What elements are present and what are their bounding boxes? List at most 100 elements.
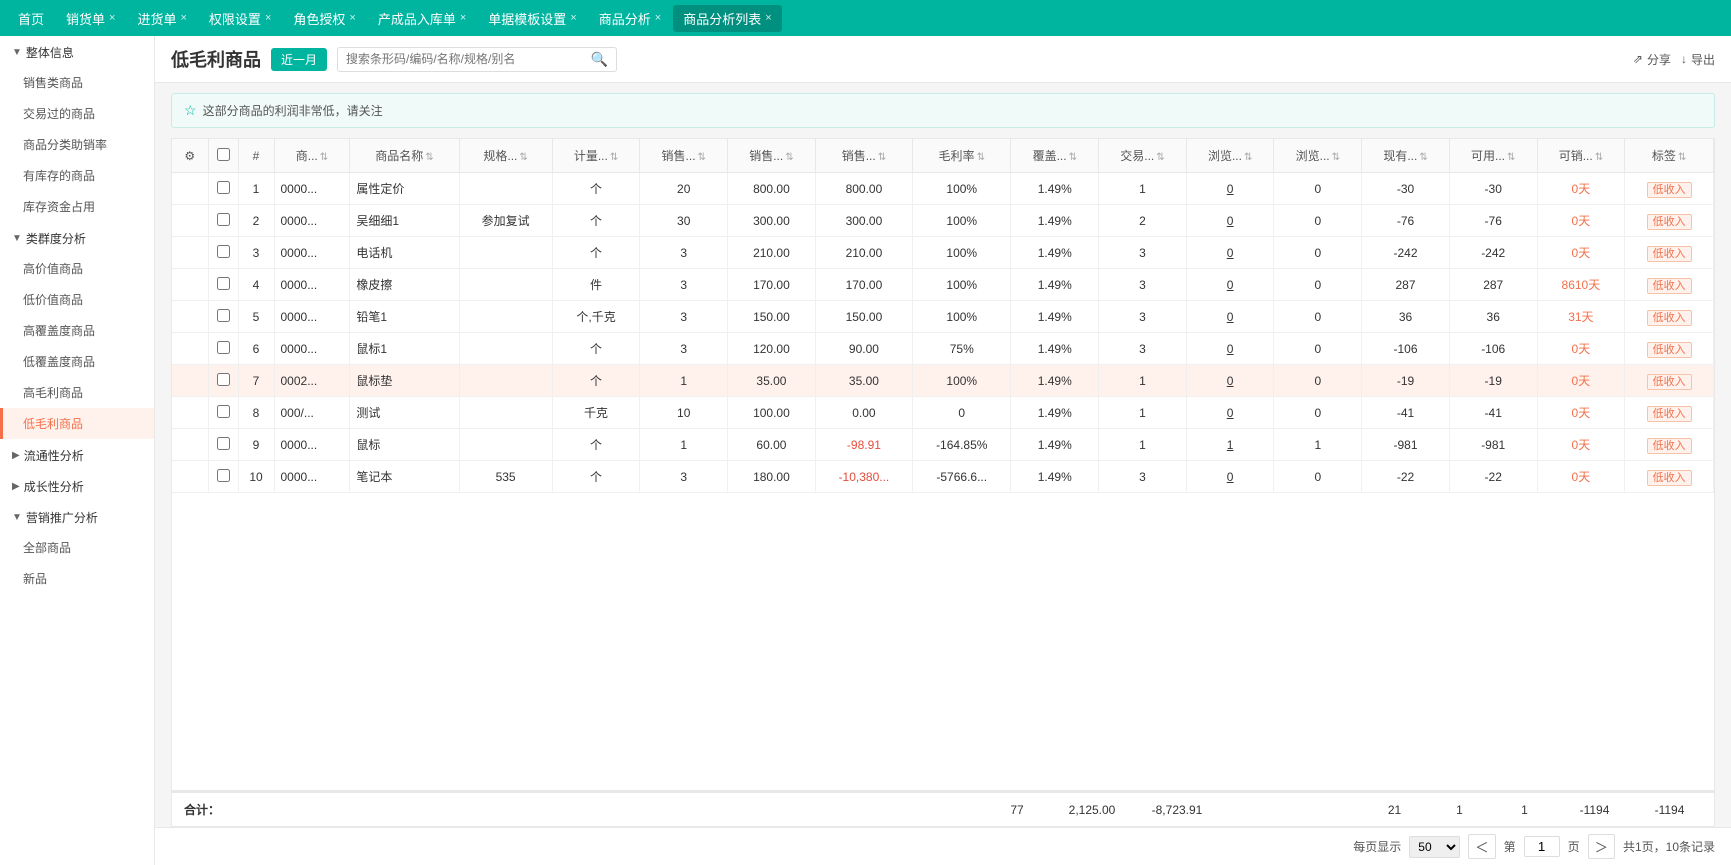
row-check-5[interactable] <box>217 341 230 354</box>
page-label: 第 <box>1504 838 1516 855</box>
sidebar-group-cluster[interactable]: ▼ 类群度分析 <box>0 222 154 253</box>
row-view1[interactable]: 0 <box>1186 269 1274 301</box>
search-input[interactable] <box>346 52 585 66</box>
next-page-button[interactable]: ＞ <box>1588 834 1615 859</box>
row-sale-amount: -10,380... <box>815 461 912 493</box>
nav-home[interactable]: 首页 <box>8 5 54 32</box>
per-page-select[interactable]: 50 20 100 <box>1409 836 1460 858</box>
product-table-container[interactable]: ⚙ # 商...⇅ 商品名称⇅ 规格...⇅ 计量...⇅ 销售...⇅ 销售.… <box>171 138 1715 791</box>
nav-close-product-analysis-list[interactable]: × <box>765 12 771 24</box>
nav-sales-order[interactable]: 销货单 × <box>56 5 125 32</box>
sidebar-item-category-rate[interactable]: 商品分类助销率 <box>0 129 154 160</box>
table-row: 7 0002... 鼠标垫 个 1 35.00 35.00 100% 1.49%… <box>172 365 1714 397</box>
nav-close-sales-order[interactable]: × <box>109 12 115 24</box>
nav-close-role-auth[interactable]: × <box>349 12 355 24</box>
sidebar-item-in-stock[interactable]: 有库存的商品 <box>0 160 154 191</box>
nav-product-analysis[interactable]: 商品分析 × <box>589 5 671 32</box>
sidebar-group-liquidity[interactable]: ▶ 流通性分析 <box>0 439 154 470</box>
row-checkbox[interactable] <box>208 365 238 397</box>
sidebar-item-low-value[interactable]: 低价值商品 <box>0 284 154 315</box>
row-coverage: 1.49% <box>1011 429 1099 461</box>
nav-purchase-order[interactable]: 进货单 × <box>127 5 196 32</box>
row-name: 鼠标垫 <box>350 365 459 397</box>
nav-close-product-entry[interactable]: × <box>460 12 466 24</box>
row-view1[interactable]: 0 <box>1186 365 1274 397</box>
page-number-input[interactable] <box>1524 836 1560 857</box>
row-view1[interactable]: 0 <box>1186 461 1274 493</box>
sidebar-item-all-products[interactable]: 全部商品 <box>0 532 154 563</box>
export-button[interactable]: ↓ 导出 <box>1681 51 1715 68</box>
row-tag: 低收入 <box>1625 237 1714 269</box>
row-check-6[interactable] <box>217 373 230 386</box>
row-view1[interactable]: 0 <box>1186 237 1274 269</box>
row-view1[interactable]: 0 <box>1186 397 1274 429</box>
row-checkbox[interactable] <box>208 301 238 333</box>
row-checkbox[interactable] <box>208 333 238 365</box>
row-checkbox[interactable] <box>208 237 238 269</box>
nav-role-auth[interactable]: 角色授权 × <box>283 5 365 32</box>
row-view1[interactable]: 1 <box>1186 429 1274 461</box>
share-button[interactable]: ⇗ 分享 <box>1633 51 1671 68</box>
sidebar-item-high-value[interactable]: 高价值商品 <box>0 253 154 284</box>
row-check-9[interactable] <box>217 469 230 482</box>
sidebar-group-overall[interactable]: ▼ 整体信息 <box>0 36 154 67</box>
row-settings <box>172 333 208 365</box>
nav-permissions[interactable]: 权限设置 × <box>199 5 281 32</box>
row-check-4[interactable] <box>217 309 230 322</box>
row-sale-qty: 3 <box>640 301 728 333</box>
nav-template-settings[interactable]: 单据模板设置 × <box>478 5 586 32</box>
row-coverage: 1.49% <box>1011 269 1099 301</box>
row-checkbox[interactable] <box>208 461 238 493</box>
sidebar-item-low-margin[interactable]: 低毛利商品 <box>0 408 154 439</box>
row-check-8[interactable] <box>217 437 230 450</box>
pagination-bar: 每页显示 50 20 100 ＜ 第 页 ＞ 共1页，10条记录 <box>155 827 1731 865</box>
row-checkbox[interactable] <box>208 269 238 301</box>
sidebar-item-high-coverage[interactable]: 高覆盖度商品 <box>0 315 154 346</box>
row-view1[interactable]: 0 <box>1186 301 1274 333</box>
row-coverage: 1.49% <box>1011 205 1099 237</box>
row-checkbox[interactable] <box>208 429 238 461</box>
nav-close-product-analysis[interactable]: × <box>655 12 661 24</box>
table-row: 3 0000... 电话机 个 3 210.00 210.00 100% 1.4… <box>172 237 1714 269</box>
sidebar-group-growth[interactable]: ▶ 成长性分析 <box>0 470 154 501</box>
row-checkbox[interactable] <box>208 205 238 237</box>
row-check-7[interactable] <box>217 405 230 418</box>
share-icon: ⇗ <box>1633 52 1643 66</box>
sidebar-item-new-products[interactable]: 新品 <box>0 563 154 594</box>
row-checkbox[interactable] <box>208 397 238 429</box>
row-check-1[interactable] <box>217 213 230 226</box>
select-all-checkbox[interactable] <box>217 148 230 161</box>
row-view1[interactable]: 0 <box>1186 173 1274 205</box>
row-check-2[interactable] <box>217 245 230 258</box>
nav-close-permissions[interactable]: × <box>265 12 271 24</box>
col-saleable-stock: 可销...⇅ <box>1537 139 1625 173</box>
row-current-stock: -106 <box>1362 333 1450 365</box>
col-view1: 浏览...⇅ <box>1186 139 1274 173</box>
sidebar-item-sales-products[interactable]: 销售类商品 <box>0 67 154 98</box>
prev-page-button[interactable]: ＜ <box>1468 834 1495 859</box>
sidebar-item-high-margin[interactable]: 高毛利商品 <box>0 377 154 408</box>
summary-label: 合计： <box>184 801 220 818</box>
row-checkbox[interactable] <box>208 173 238 205</box>
time-filter-button[interactable]: 近一月 <box>271 48 327 71</box>
col-settings[interactable]: ⚙ <box>172 139 208 173</box>
sidebar-item-low-coverage[interactable]: 低覆盖度商品 <box>0 346 154 377</box>
row-available-stock: 287 <box>1449 269 1537 301</box>
search-icon[interactable]: 🔍 <box>591 51 608 68</box>
row-view2: 0 <box>1274 237 1362 269</box>
row-sale-price: 150.00 <box>728 301 816 333</box>
col-checkbox[interactable] <box>208 139 238 173</box>
nav-product-analysis-list[interactable]: 商品分析列表 × <box>673 5 781 32</box>
sidebar-group-marketing[interactable]: ▼ 营销推广分析 <box>0 501 154 532</box>
sidebar-item-traded-products[interactable]: 交易过的商品 <box>0 98 154 129</box>
sidebar-item-capital[interactable]: 库存资金占用 <box>0 191 154 222</box>
row-view1[interactable]: 0 <box>1186 333 1274 365</box>
row-check-3[interactable] <box>217 277 230 290</box>
row-view1[interactable]: 0 <box>1186 205 1274 237</box>
row-check-0[interactable] <box>217 181 230 194</box>
nav-close-purchase-order[interactable]: × <box>180 12 186 24</box>
row-num: 2 <box>238 205 274 237</box>
nav-product-entry[interactable]: 产成品入库单 × <box>368 5 476 32</box>
row-name: 铅笔1 <box>350 301 459 333</box>
nav-close-template-settings[interactable]: × <box>570 12 576 24</box>
